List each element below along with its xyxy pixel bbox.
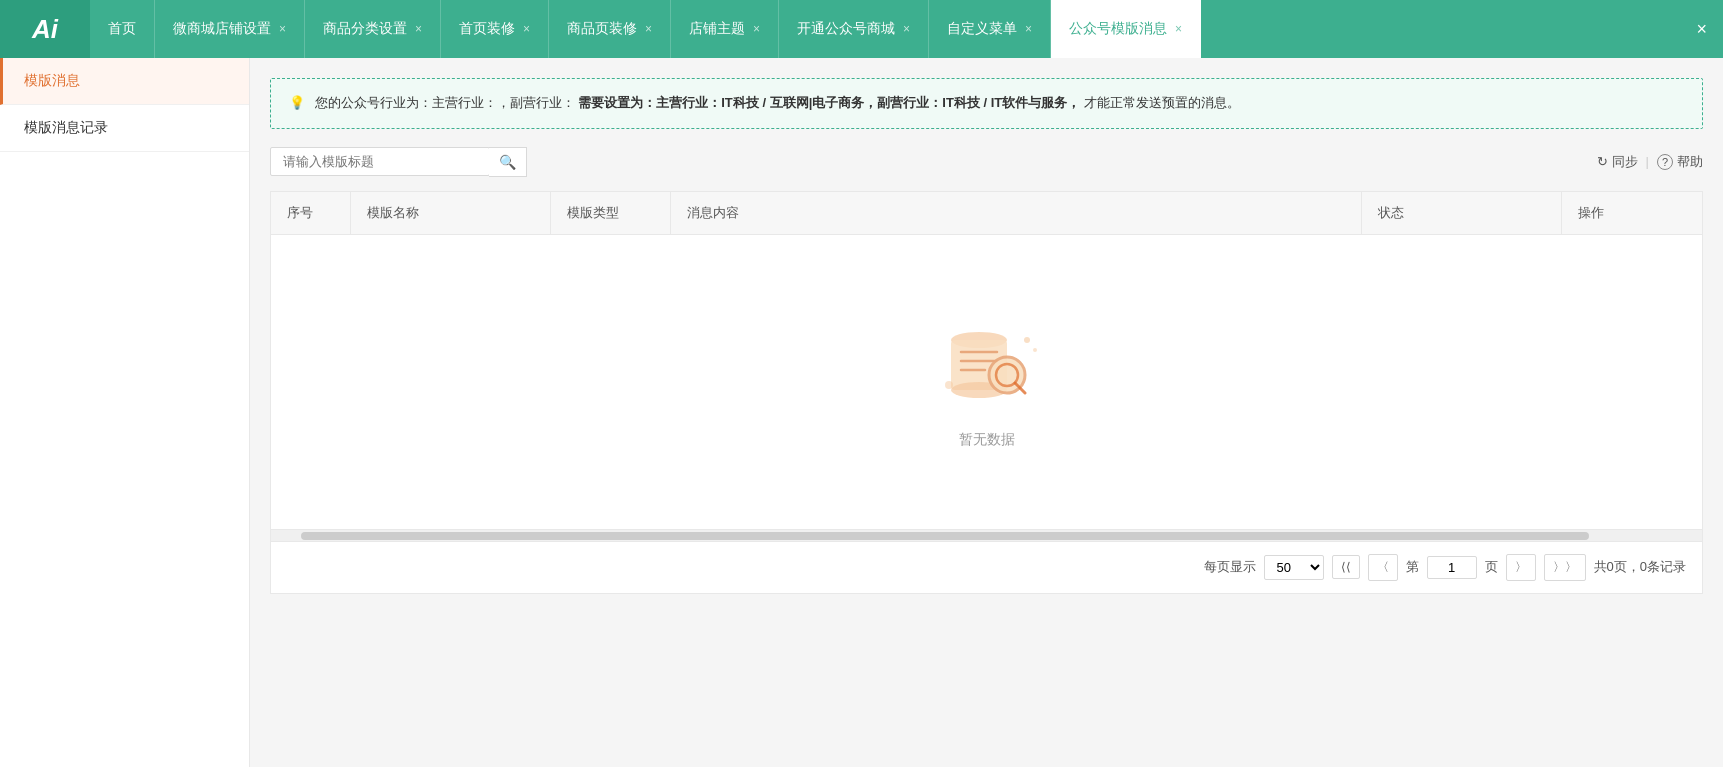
tab-item-2[interactable]: 商品分类设置× — [305, 0, 441, 58]
tab-item-1[interactable]: 微商城店铺设置× — [155, 0, 305, 58]
page-label-after: 页 — [1485, 558, 1498, 576]
page-last-button[interactable]: 〉〉 — [1544, 554, 1586, 581]
table-header-cell-3: 消息内容 — [671, 192, 1362, 234]
sidebar: 模版消息模版消息记录 — [0, 58, 250, 767]
tab-close-6[interactable]: × — [903, 22, 910, 36]
content-area: 💡 您的公众号行业为：主营行业：，副营行业： 需要设置为：主营行业：IT科技 /… — [250, 58, 1723, 767]
svg-point-11 — [945, 381, 953, 389]
page-label-before: 第 — [1406, 558, 1419, 576]
total-info: 共0页，0条记录 — [1594, 558, 1686, 576]
pagination: 每页显示 50 20 100 ⟨⟨ 〈 第 页 〉 〉〉 共0页，0条记录 — [271, 541, 1702, 593]
search-button[interactable]: 🔍 — [489, 147, 527, 177]
sync-icon: ↻ — [1597, 154, 1608, 169]
notice-highlight: 需要设置为：主营行业：IT科技 / 互联网|电子商务，副营行业：IT科技 / I… — [578, 95, 1080, 110]
toolbar-right: ↻ 同步 | ? 帮助 — [1597, 153, 1703, 171]
search-input[interactable] — [270, 147, 490, 176]
tab-item-3[interactable]: 首页装修× — [441, 0, 549, 58]
tab-close-8[interactable]: × — [1175, 22, 1182, 36]
divider: | — [1646, 154, 1649, 169]
search-bar: 🔍 ↻ 同步 | ? 帮助 — [270, 147, 1703, 177]
main-layout: 模版消息模版消息记录 💡 您的公众号行业为：主营行业：，副营行业： 需要设置为：… — [0, 58, 1723, 767]
table-container: 序号模版名称模版类型消息内容状态操作 — [270, 191, 1703, 594]
help-button[interactable]: ? 帮助 — [1657, 153, 1703, 171]
tab-item-4[interactable]: 商品页装修× — [549, 0, 671, 58]
page-next-button[interactable]: 〉 — [1506, 554, 1536, 581]
table-header-cell-2: 模版类型 — [551, 192, 671, 234]
table-header-cell-4: 状态 — [1362, 192, 1562, 234]
sidebar-item-1[interactable]: 模版消息记录 — [0, 105, 249, 152]
notice-text-after: 才能正常发送预置的消息。 — [1084, 95, 1240, 110]
notice-box: 💡 您的公众号行业为：主营行业：，副营行业： 需要设置为：主营行业：IT科技 /… — [270, 78, 1703, 129]
tab-item-6[interactable]: 开通公众号商城× — [779, 0, 929, 58]
tab-item-0[interactable]: 首页 — [90, 0, 155, 58]
page-first-button[interactable]: ⟨⟨ — [1332, 555, 1360, 579]
empty-state: 暂无数据 — [271, 235, 1702, 529]
table-header: 序号模版名称模版类型消息内容状态操作 — [271, 192, 1702, 235]
tab-close-5[interactable]: × — [753, 22, 760, 36]
sidebar-item-0[interactable]: 模版消息 — [0, 58, 249, 105]
svg-point-9 — [1024, 337, 1030, 343]
tab-item-5[interactable]: 店铺主题× — [671, 0, 779, 58]
per-page-select[interactable]: 50 20 100 — [1264, 555, 1324, 580]
empty-illustration — [927, 295, 1047, 415]
table-header-cell-0: 序号 — [271, 192, 351, 234]
search-icon: 🔍 — [499, 154, 516, 170]
table-header-cell-5: 操作 — [1562, 192, 1702, 234]
table-header-cell-1: 模版名称 — [351, 192, 551, 234]
sync-button[interactable]: ↻ 同步 — [1597, 153, 1638, 171]
empty-text: 暂无数据 — [959, 431, 1015, 449]
tab-close-7[interactable]: × — [1025, 22, 1032, 36]
scroll-track[interactable] — [271, 529, 1702, 541]
page-number-input[interactable] — [1427, 556, 1477, 579]
svg-point-10 — [1033, 348, 1037, 352]
close-all-button[interactable]: × — [1680, 19, 1723, 40]
tab-item-8[interactable]: 公众号模版消息× — [1051, 0, 1201, 58]
notice-text-before: 您的公众号行业为：主营行业：，副营行业： — [315, 95, 575, 110]
help-icon: ? — [1657, 154, 1673, 170]
tab-close-3[interactable]: × — [523, 22, 530, 36]
tab-close-2[interactable]: × — [415, 22, 422, 36]
logo: Ai — [0, 0, 90, 58]
tab-bar: Ai 首页微商城店铺设置×商品分类设置×首页装修×商品页装修×店铺主题×开通公众… — [0, 0, 1723, 58]
tab-close-4[interactable]: × — [645, 22, 652, 36]
scroll-thumb — [301, 532, 1589, 540]
page-prev-button[interactable]: 〈 — [1368, 554, 1398, 581]
notice-icon: 💡 — [289, 95, 305, 110]
tab-close-1[interactable]: × — [279, 22, 286, 36]
tab-item-7[interactable]: 自定义菜单× — [929, 0, 1051, 58]
per-page-label: 每页显示 — [1204, 558, 1256, 576]
